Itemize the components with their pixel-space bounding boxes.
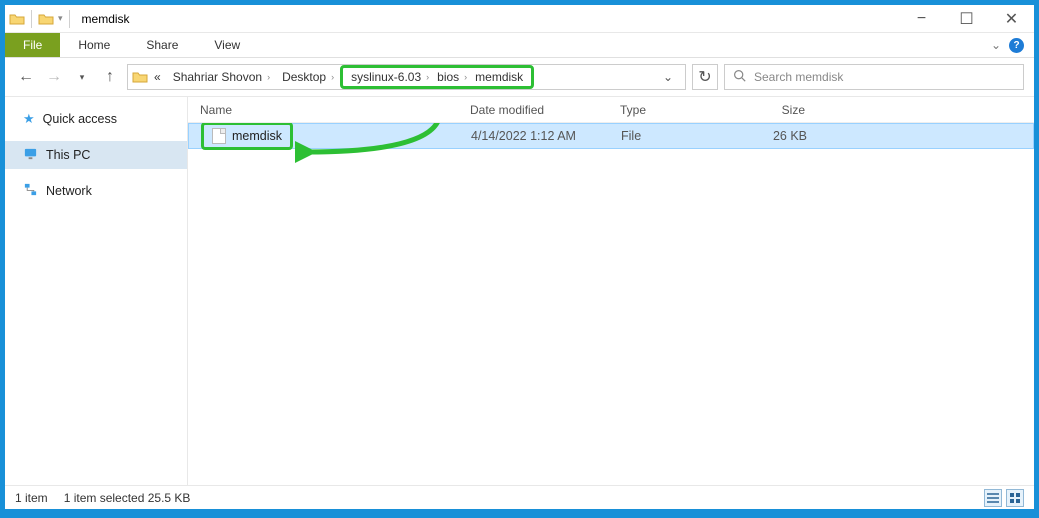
folder-icon[interactable] xyxy=(38,11,54,27)
status-bar: 1 item 1 item selected 25.5 KB xyxy=(5,485,1034,509)
file-icon xyxy=(212,128,226,144)
recent-dropdown-icon[interactable]: ▾ xyxy=(71,66,93,88)
file-list: Name ˆ Date modified Type Size memdisk 4… xyxy=(188,97,1034,485)
address-bar[interactable]: « Shahriar Shovon › Desktop › syslinux-6… xyxy=(127,64,686,90)
tab-home[interactable]: Home xyxy=(60,33,128,57)
thumbnails-view-button[interactable] xyxy=(1006,489,1024,507)
file-type: File xyxy=(609,129,719,143)
column-headers: Name ˆ Date modified Type Size xyxy=(188,97,1034,123)
search-icon xyxy=(733,69,746,85)
chevron-right-icon: › xyxy=(426,72,429,82)
column-type[interactable]: Type xyxy=(608,97,718,122)
breadcrumb-label: memdisk xyxy=(475,70,523,84)
breadcrumb-item[interactable]: memdisk xyxy=(471,70,527,84)
refresh-button[interactable]: ↻ xyxy=(692,64,718,90)
maximize-button[interactable]: ☐ xyxy=(944,5,989,33)
breadcrumb-item[interactable]: Shahriar Shovon › xyxy=(167,65,276,89)
column-name[interactable]: Name ˆ xyxy=(188,97,458,122)
file-size: 26 KB xyxy=(719,129,819,143)
table-row[interactable]: memdisk 4/14/2022 1:12 AM File 26 KB xyxy=(188,123,1034,149)
chevron-right-icon: › xyxy=(464,72,467,82)
sidebar-item-this-pc[interactable]: This PC xyxy=(5,141,187,169)
address-dropdown-icon[interactable]: ⌄ xyxy=(655,70,681,84)
breadcrumb-item[interactable]: Desktop › xyxy=(276,65,340,89)
navigation-bar: ← → ▾ ↑ « Shahriar Shovon › Desktop › sy… xyxy=(5,58,1034,96)
tab-view[interactable]: View xyxy=(196,33,258,57)
column-size[interactable]: Size xyxy=(718,97,818,122)
window-controls: − ☐ ✕ xyxy=(899,5,1034,33)
status-item-count: 1 item xyxy=(15,491,48,505)
sidebar-item-network[interactable]: Network xyxy=(5,177,187,205)
search-placeholder: Search memdisk xyxy=(754,70,843,84)
breadcrumb-label: syslinux-6.03 xyxy=(351,70,421,84)
tab-share[interactable]: Share xyxy=(128,33,196,57)
sort-ascending-icon: ˆ xyxy=(321,96,324,104)
explorer-window: ▾ memdisk − ☐ ✕ File Home Share View ⌄ ?… xyxy=(4,4,1035,510)
chevron-down-icon[interactable]: ▾ xyxy=(58,13,63,24)
window-title: memdisk xyxy=(82,12,130,26)
app-icon xyxy=(9,11,25,27)
star-icon: ★ xyxy=(23,111,35,127)
forward-button[interactable]: → xyxy=(43,66,65,88)
details-view-button[interactable] xyxy=(984,489,1002,507)
network-icon xyxy=(23,182,38,200)
titlebar: ▾ memdisk − ☐ ✕ xyxy=(5,5,1034,33)
breadcrumb-label: Shahriar Shovon xyxy=(173,70,262,84)
sidebar-item-label: This PC xyxy=(46,148,90,162)
breadcrumb-label: Desktop xyxy=(282,70,326,84)
divider xyxy=(31,10,32,28)
file-date: 4/14/2022 1:12 AM xyxy=(459,129,609,143)
column-label: Name xyxy=(200,103,232,117)
sidebar-item-quick-access[interactable]: ★ Quick access xyxy=(5,105,187,133)
minimize-button[interactable]: − xyxy=(899,5,944,33)
file-name: memdisk xyxy=(232,129,282,143)
status-selection: 1 item selected 25.5 KB xyxy=(64,491,191,505)
breadcrumb-overflow[interactable]: « xyxy=(148,65,167,89)
sidebar-item-label: Quick access xyxy=(43,112,117,126)
up-button[interactable]: ↑ xyxy=(99,66,121,88)
file-rows: memdisk 4/14/2022 1:12 AM File 26 KB xyxy=(188,123,1034,485)
expand-ribbon-icon[interactable]: ⌄ xyxy=(991,38,1001,52)
breadcrumb-item[interactable]: syslinux-6.03 › xyxy=(347,70,433,84)
nav-pane: ★ Quick access This PC Network xyxy=(5,97,188,485)
breadcrumb-label: bios xyxy=(437,70,459,84)
column-date[interactable]: Date modified xyxy=(458,97,608,122)
back-button[interactable]: ← xyxy=(15,66,37,88)
file-highlight: memdisk xyxy=(201,123,293,150)
chevron-right-icon: › xyxy=(331,72,334,82)
breadcrumb-item[interactable]: bios › xyxy=(433,70,471,84)
help-icon[interactable]: ? xyxy=(1009,38,1024,53)
monitor-icon xyxy=(23,146,38,164)
breadcrumb-highlight: syslinux-6.03 › bios › memdisk xyxy=(340,65,534,89)
close-button[interactable]: ✕ xyxy=(989,5,1034,33)
ribbon-tabs: File Home Share View ⌄ ? xyxy=(5,33,1034,58)
search-input[interactable]: Search memdisk xyxy=(724,64,1024,90)
view-buttons xyxy=(984,489,1024,507)
folder-icon xyxy=(132,69,148,85)
quick-access-toolbar: ▾ memdisk xyxy=(5,10,134,28)
divider xyxy=(69,10,70,28)
chevron-right-icon: › xyxy=(267,72,270,82)
main-area: ★ Quick access This PC Network N xyxy=(5,96,1034,485)
sidebar-item-label: Network xyxy=(46,184,92,198)
tab-file[interactable]: File xyxy=(5,33,60,57)
